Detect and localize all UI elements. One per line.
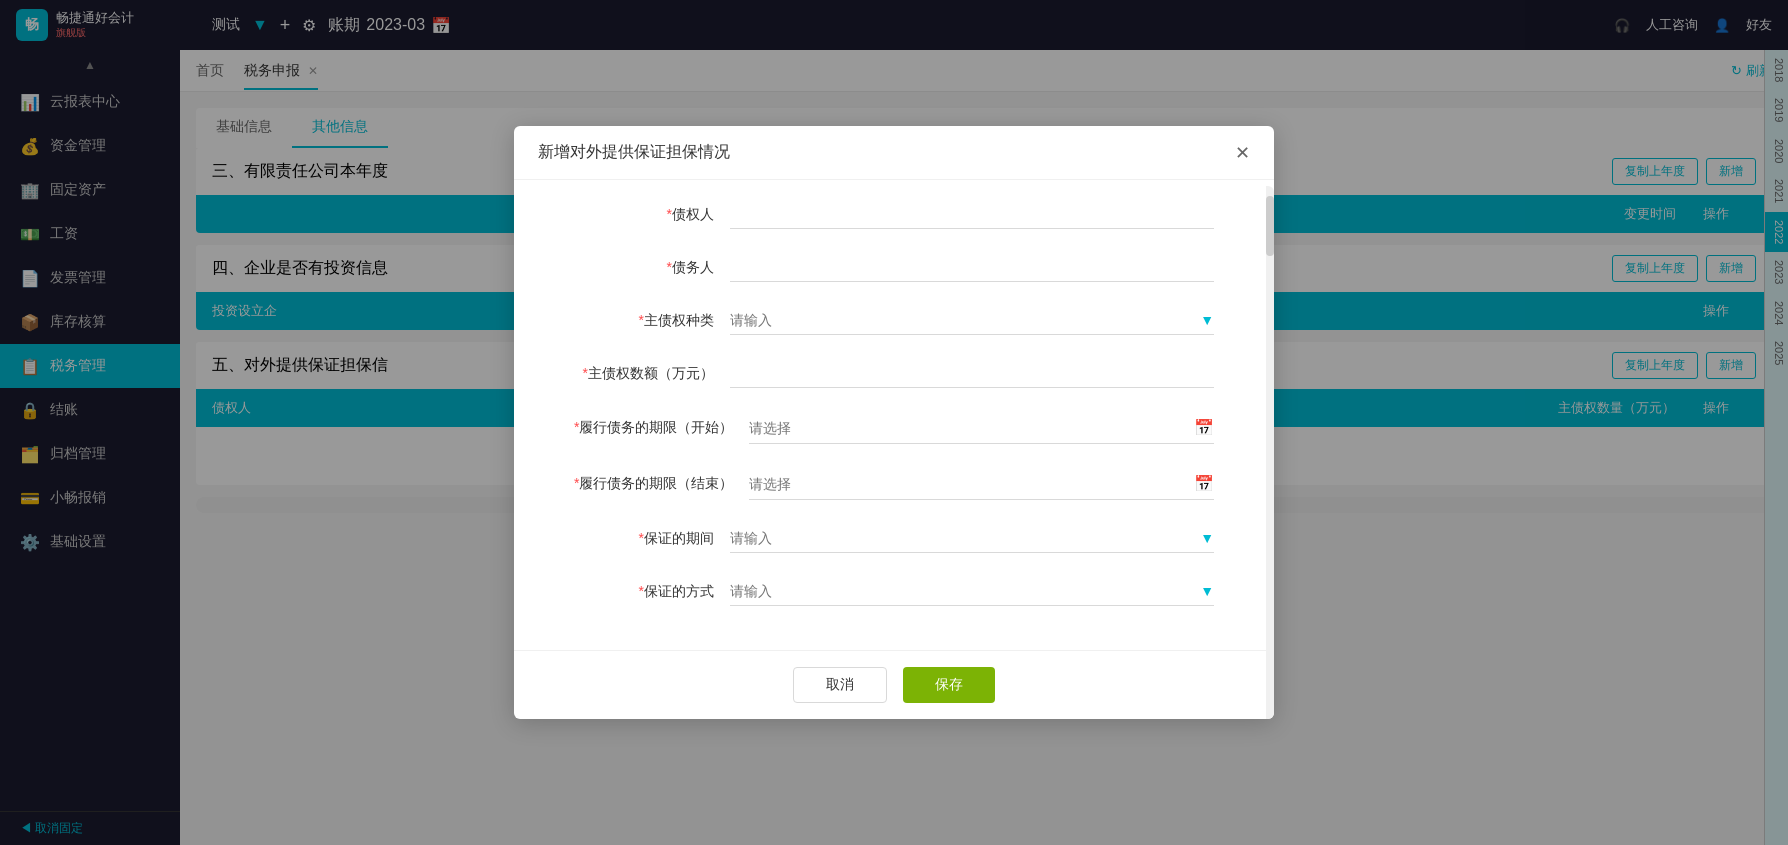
modal-title: 新增对外提供保证担保情况 xyxy=(538,142,730,163)
modal-close-btn[interactable]: ✕ xyxy=(1235,144,1250,162)
form-row-period-start: *履行债务的期限（开始） 📅 xyxy=(574,412,1214,444)
guarantee-period-arrow: ▼ xyxy=(1200,530,1214,546)
period-start-calendar-icon[interactable]: 📅 xyxy=(1194,418,1214,437)
form-row-creditor: *债权人 xyxy=(574,200,1214,229)
form-label-guarantee-period: *保证的期间 xyxy=(574,530,714,548)
claim-type-select[interactable]: ▼ xyxy=(730,306,1214,335)
period-start-input[interactable] xyxy=(749,420,1194,436)
modal-dialog: 新增对外提供保证担保情况 ✕ *债权人 *债务人 *主债权种类 xyxy=(514,126,1274,719)
form-label-guarantee-method: *保证的方式 xyxy=(574,583,714,601)
modal-body: *债权人 *债务人 *主债权种类 ▼ xyxy=(514,180,1274,650)
period-end-input[interactable] xyxy=(749,476,1194,492)
form-label-claim-amount: *主债权数额（万元） xyxy=(574,365,714,383)
guarantee-method-select[interactable]: ▼ xyxy=(730,577,1214,606)
claim-amount-input[interactable] xyxy=(730,359,1214,388)
form-row-claim-amount: *主债权数额（万元） xyxy=(574,359,1214,388)
modal-overlay: 新增对外提供保证担保情况 ✕ *债权人 *债务人 *主债权种类 xyxy=(0,0,1788,845)
period-end-date[interactable]: 📅 xyxy=(749,468,1214,500)
modal-footer: 取消 保存 xyxy=(514,650,1274,719)
form-label-period-start: *履行债务的期限（开始） xyxy=(574,419,733,437)
form-label-creditor: *债权人 xyxy=(574,206,714,224)
form-row-guarantee-period: *保证的期间 ▼ xyxy=(574,524,1214,553)
guarantee-period-input[interactable] xyxy=(730,530,1200,546)
modal-scrollbar-thumb[interactable] xyxy=(1266,196,1274,256)
guarantee-method-arrow: ▼ xyxy=(1200,583,1214,599)
modal-header: 新增对外提供保证担保情况 ✕ xyxy=(514,126,1274,180)
form-row-claim-type: *主债权种类 ▼ xyxy=(574,306,1214,335)
cancel-button[interactable]: 取消 xyxy=(793,667,887,703)
modal-scrollbar[interactable] xyxy=(1266,186,1274,719)
form-row-period-end: *履行债务的期限（结束） 📅 xyxy=(574,468,1214,500)
period-end-calendar-icon[interactable]: 📅 xyxy=(1194,474,1214,493)
creditor-input[interactable] xyxy=(730,200,1214,229)
form-label-period-end: *履行债务的期限（结束） xyxy=(574,475,733,493)
form-row-debtor: *债务人 xyxy=(574,253,1214,282)
form-row-guarantee-method: *保证的方式 ▼ xyxy=(574,577,1214,606)
claim-type-input[interactable] xyxy=(730,312,1200,328)
form-label-debtor: *债务人 xyxy=(574,259,714,277)
period-start-date[interactable]: 📅 xyxy=(749,412,1214,444)
guarantee-method-input[interactable] xyxy=(730,583,1200,599)
save-button[interactable]: 保存 xyxy=(903,667,995,703)
form-label-claim-type: *主债权种类 xyxy=(574,312,714,330)
debtor-input[interactable] xyxy=(730,253,1214,282)
claim-type-arrow: ▼ xyxy=(1200,312,1214,328)
guarantee-period-select[interactable]: ▼ xyxy=(730,524,1214,553)
